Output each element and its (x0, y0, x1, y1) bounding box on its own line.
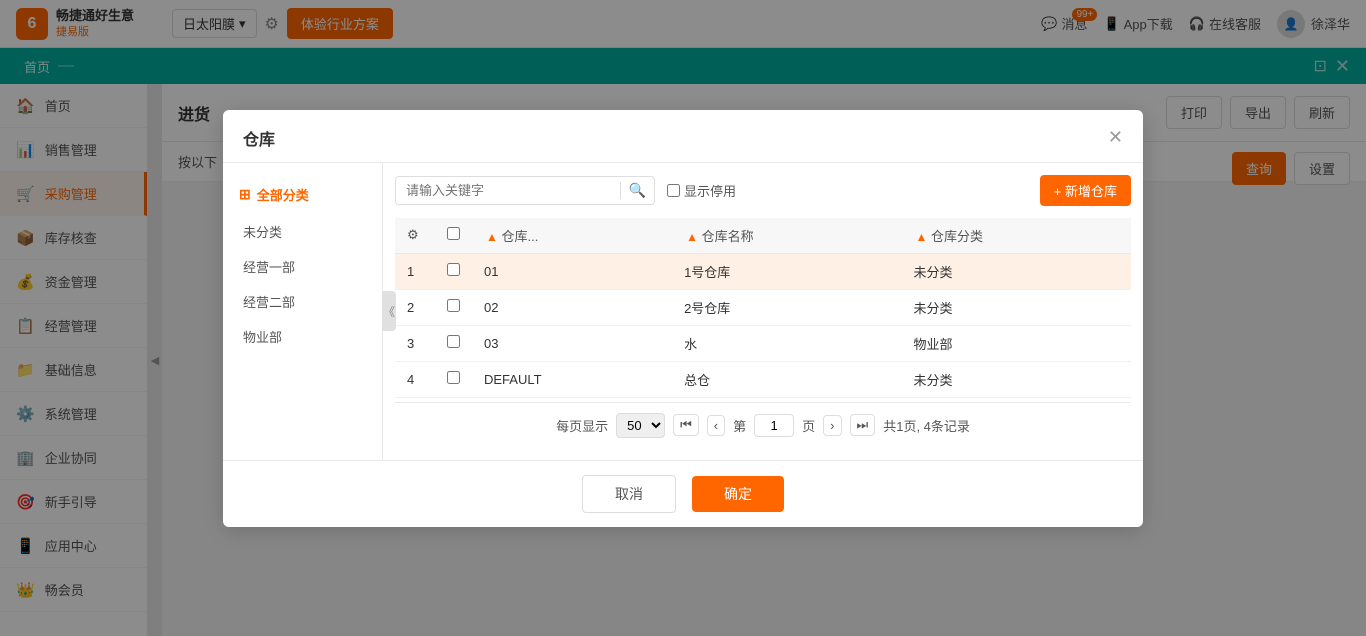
page-unit: 页 (802, 416, 815, 435)
col-name: ▲ 仓库名称 (672, 218, 901, 254)
cat-item-ops1[interactable]: 经营一部 (223, 249, 382, 284)
prev-page-btn[interactable]: ‹ (707, 415, 725, 436)
modal-actions: 取消 确定 (223, 460, 1143, 527)
row-name: 2号仓库 (672, 289, 901, 325)
select-all-checkbox[interactable] (447, 227, 460, 240)
page-label: 第 (733, 416, 746, 435)
row-checkbox[interactable] (447, 299, 460, 312)
modal-close-btn[interactable]: ✕ (1108, 127, 1123, 148)
table-row[interactable]: 3 03 水 物业部 (395, 325, 1131, 361)
table-row[interactable]: 2 02 2号仓库 未分类 (395, 289, 1131, 325)
sidebar-collapse-arrow[interactable]: 《 (382, 291, 396, 331)
table-header-row: ⚙ ▲ 仓库... ▲ 仓库名称 (395, 218, 1131, 254)
show-disabled-checkbox[interactable] (667, 184, 680, 197)
col-name-sort-icon: ▲ (686, 230, 698, 244)
show-disabled-label[interactable]: 显示停用 (667, 181, 736, 200)
col-sort-icon: ▲ (486, 230, 498, 244)
cat-item-ops2[interactable]: 经营二部 (223, 284, 382, 319)
all-categories-label: 全部分类 (257, 185, 309, 204)
search-box: 🔍 (395, 176, 655, 205)
row-no: 1 (395, 253, 435, 289)
row-category: 未分类 (902, 361, 1131, 397)
row-category: 未分类 (902, 253, 1131, 289)
row-checkbox[interactable] (447, 263, 460, 276)
col-cat-sort-icon: ▲ (916, 230, 928, 244)
row-checkbox[interactable] (447, 371, 460, 384)
grid-icon: ⊞ (239, 186, 251, 203)
last-page-btn[interactable]: ⏭ (850, 414, 876, 436)
row-name: 水 (672, 325, 901, 361)
cancel-btn[interactable]: 取消 (582, 475, 676, 513)
pagination: 每页显示 50 ⏮ ‹ 第 页 › ⏭ 共1页, 4条记录 (395, 402, 1131, 448)
row-code: DEFAULT (472, 361, 672, 397)
row-checkbox[interactable] (447, 335, 460, 348)
search-input[interactable] (396, 177, 620, 204)
table-row[interactable]: 1 01 1号仓库 未分类 (395, 253, 1131, 289)
col-settings: ⚙ (395, 218, 435, 254)
warehouse-modal: 仓库 ✕ ⊞ 全部分类 未分类 经营一部 经营二部 (223, 110, 1143, 527)
row-no: 3 (395, 325, 435, 361)
warehouse-table: ⚙ ▲ 仓库... ▲ 仓库名称 (395, 218, 1131, 398)
row-code: 03 (472, 325, 672, 361)
row-name: 1号仓库 (672, 253, 901, 289)
table-row[interactable]: 4 DEFAULT 总仓 未分类 (395, 361, 1131, 397)
per-page-select[interactable]: 50 (616, 413, 665, 438)
row-code: 01 (472, 253, 672, 289)
row-category: 未分类 (902, 289, 1131, 325)
modal-title: 仓库 (243, 126, 275, 150)
all-categories[interactable]: ⊞ 全部分类 (223, 175, 382, 214)
row-no: 4 (395, 361, 435, 397)
search-btn[interactable]: 🔍 (620, 182, 654, 199)
cat-item-unclassified[interactable]: 未分类 (223, 214, 382, 249)
total-info: 共1页, 4条记录 (883, 416, 970, 435)
page-input[interactable] (754, 414, 794, 437)
row-name: 总仓 (672, 361, 901, 397)
add-warehouse-btn[interactable]: + 新增仓库 (1040, 175, 1131, 206)
col-checkbox (435, 218, 472, 254)
row-category: 物业部 (902, 325, 1131, 361)
col-code: ▲ 仓库... (472, 218, 672, 254)
confirm-btn[interactable]: 确定 (692, 476, 784, 512)
per-page-label: 每页显示 (556, 416, 608, 435)
cat-item-property[interactable]: 物业部 (223, 319, 382, 354)
modal-main: 🔍 显示停用 + 新增仓库 ⚙ (383, 163, 1143, 460)
modal-overlay: 仓库 ✕ ⊞ 全部分类 未分类 经营一部 经营二部 (0, 0, 1366, 636)
modal-sidebar: ⊞ 全部分类 未分类 经营一部 经营二部 物业部 《 (223, 163, 383, 460)
modal-toolbar: 🔍 显示停用 + 新增仓库 (395, 175, 1131, 206)
row-no: 2 (395, 289, 435, 325)
modal-body: ⊞ 全部分类 未分类 经营一部 经营二部 物业部 《 (223, 163, 1143, 460)
first-page-btn[interactable]: ⏮ (673, 414, 699, 436)
col-category: ▲ 仓库分类 (902, 218, 1131, 254)
row-code: 02 (472, 289, 672, 325)
modal-table: ⚙ ▲ 仓库... ▲ 仓库名称 (395, 218, 1131, 398)
next-page-btn[interactable]: › (823, 415, 841, 436)
modal-header: 仓库 ✕ (223, 110, 1143, 163)
